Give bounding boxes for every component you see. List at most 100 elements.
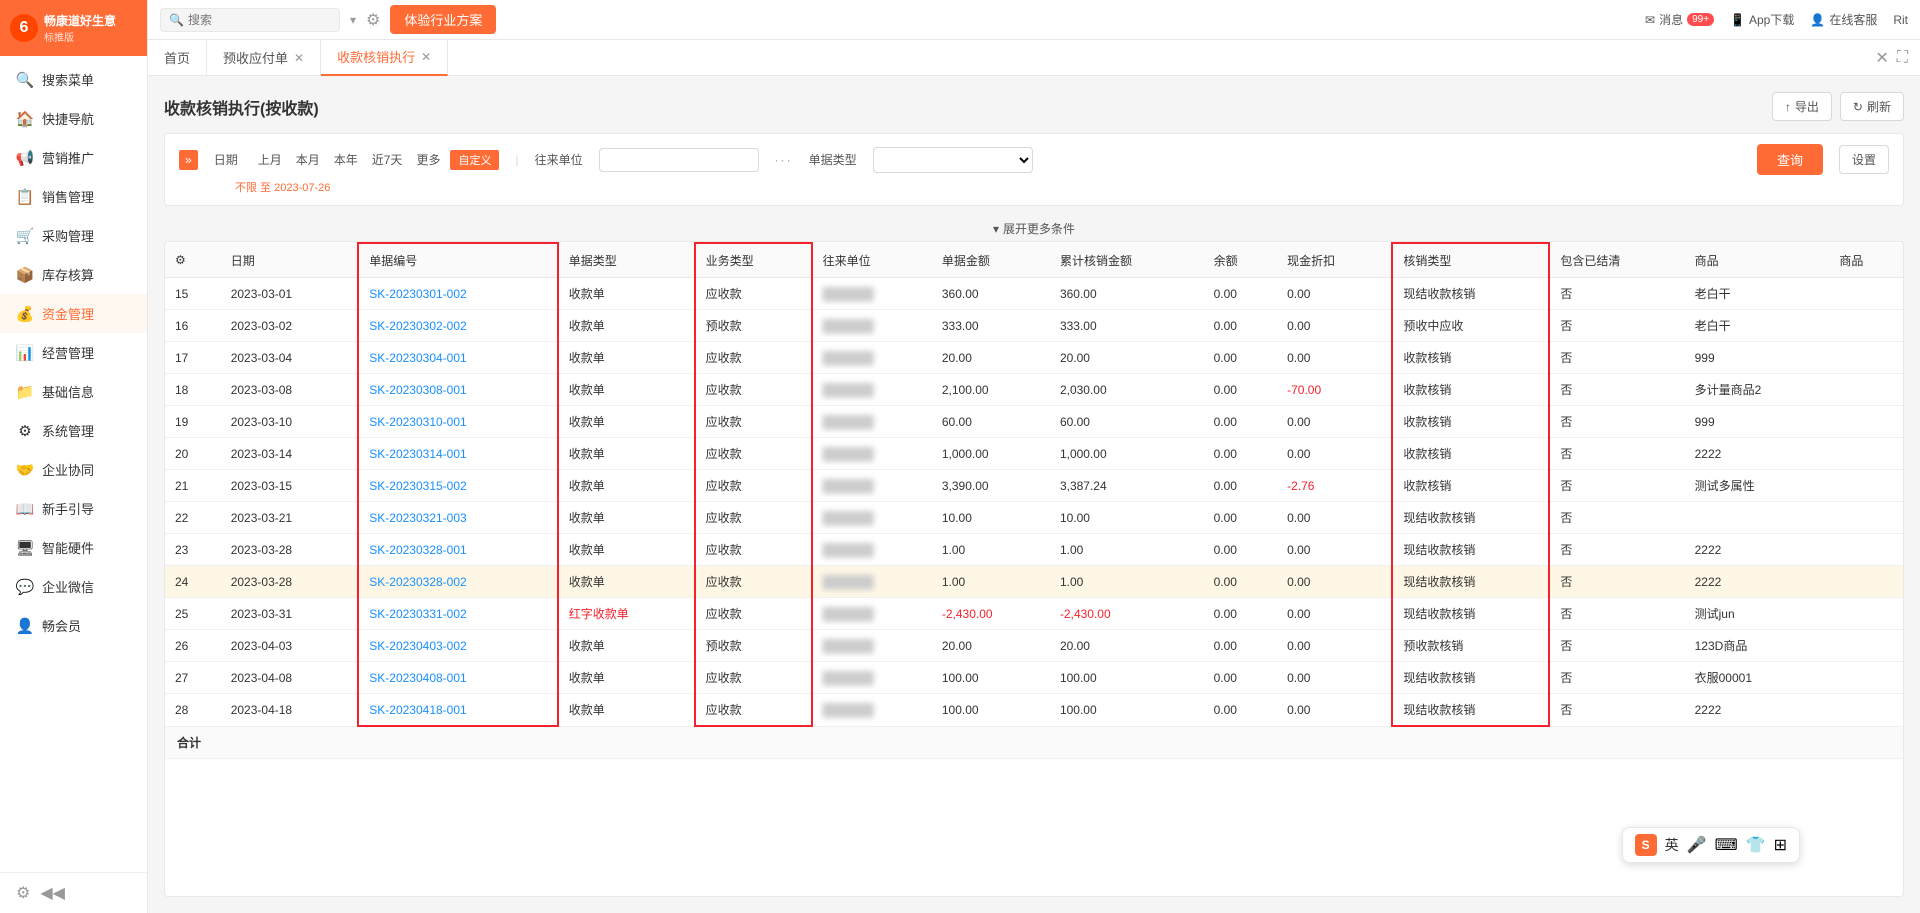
doc-link[interactable]: SK-20230310-001 (369, 415, 466, 429)
column-settings-icon[interactable]: ⚙ (175, 253, 186, 267)
cell-goods1: 老白干 (1685, 278, 1830, 310)
cell-balance: 0.00 (1204, 310, 1278, 342)
sidebar-item-basics[interactable]: 📁 基础信息 (0, 372, 147, 411)
doc-link[interactable]: SK-20230328-002 (369, 575, 466, 589)
cell-docno: SK-20230408-001 (358, 662, 557, 694)
sidebar-item-operations[interactable]: 📊 经营管理 (0, 333, 147, 372)
date-this-month[interactable]: 本月 (292, 149, 324, 170)
export-button[interactable]: ↑ 导出 (1772, 92, 1832, 121)
cell-discount: 0.00 (1277, 310, 1392, 342)
cell-writeoff: 10.00 (1050, 502, 1204, 534)
cell-balance: 0.00 (1204, 278, 1278, 310)
sidebar-item-sales[interactable]: 📋 销售管理 (0, 177, 147, 216)
ime-mic-icon[interactable]: 🎤 (1687, 835, 1707, 855)
cell-discount: 0.00 (1277, 502, 1392, 534)
expand-conditions-button[interactable]: ▾ 展开更多条件 (993, 220, 1075, 237)
query-button[interactable]: 查询 (1757, 144, 1823, 175)
collab-icon: 🤝 (16, 461, 34, 479)
ime-shirt-icon[interactable]: 👕 (1746, 835, 1766, 855)
doc-link[interactable]: SK-20230304-001 (369, 351, 466, 365)
doc-link[interactable]: SK-20230314-001 (369, 447, 466, 461)
tab-writeoff[interactable]: 收款核销执行 ✕ (321, 40, 448, 76)
date-this-year[interactable]: 本年 (330, 149, 362, 170)
cell-doctype: 收款单 (558, 374, 695, 406)
search-input[interactable] (188, 13, 308, 27)
sidebar-item-guide[interactable]: 📖 新手引导 (0, 489, 147, 528)
cell-discount: 0.00 (1277, 662, 1392, 694)
gear-icon[interactable]: ⚙ (366, 10, 380, 30)
doc-link[interactable]: SK-20230301-002 (369, 287, 466, 301)
sidebar-item-vip[interactable]: 👤 畅会员 (0, 606, 147, 645)
doc-link[interactable]: SK-20230321-003 (369, 511, 466, 525)
cell-discount: 0.00 (1277, 438, 1392, 470)
cell-no: 16 (165, 310, 221, 342)
sidebar-item-finance[interactable]: 💰 资金管理 (0, 294, 147, 333)
cell-partner: ██████ (812, 374, 932, 406)
cell-partner: ██████ (812, 566, 932, 598)
ime-keyboard-icon[interactable]: ⌨ (1715, 835, 1738, 855)
collapse-icon[interactable]: ◀◀ (40, 883, 65, 903)
date-custom-btn[interactable]: 自定义 (450, 150, 499, 170)
app-icon: 📱 (1730, 13, 1745, 27)
table-row: 25 2023-03-31 SK-20230331-002 红字收款单 应收款 … (165, 598, 1903, 630)
solution-button[interactable]: 体验行业方案 (390, 5, 496, 34)
tab-close-receivable[interactable]: ✕ (294, 51, 304, 65)
cell-discount: 0.00 (1277, 694, 1392, 727)
doc-link[interactable]: SK-20230418-001 (369, 703, 466, 717)
cell-partner: ██████ (812, 502, 932, 534)
cell-doctype: 收款单 (558, 662, 695, 694)
settings-button[interactable]: 设置 (1839, 145, 1889, 174)
settings-icon[interactable]: ⚙ (16, 883, 30, 903)
sidebar-item-label: 新手引导 (42, 499, 94, 518)
refresh-button[interactable]: ↻ 刷新 (1840, 92, 1904, 121)
sidebar-item-wechat[interactable]: 💬 企业微信 (0, 567, 147, 606)
sidebar-item-collab[interactable]: 🤝 企业协同 (0, 450, 147, 489)
cell-amount: 3,390.00 (932, 470, 1050, 502)
filter-toggle-button[interactable]: » (179, 150, 198, 170)
ime-grid-icon[interactable]: ⊞ (1774, 835, 1787, 855)
doctype-select[interactable] (873, 147, 1033, 173)
sidebar-item-marketing[interactable]: 📢 营销推广 (0, 138, 147, 177)
message-button[interactable]: ✉ 消息 99+ (1645, 11, 1714, 28)
online-service-button[interactable]: 👤 在线客服 (1810, 11, 1877, 28)
app-download-button[interactable]: 📱 App下载 (1730, 11, 1794, 28)
sidebar-item-purchase[interactable]: 🛒 采购管理 (0, 216, 147, 255)
cell-discount: 0.00 (1277, 278, 1392, 310)
cell-biztype: 应收款 (695, 694, 812, 727)
doc-link[interactable]: SK-20230331-002 (369, 607, 466, 621)
date-last-month[interactable]: 上月 (254, 149, 286, 170)
partner-input[interactable] (599, 148, 759, 172)
cell-writeoff: 20.00 (1050, 342, 1204, 374)
cell-amount: 20.00 (932, 630, 1050, 662)
sidebar-item-hardware[interactable]: 🖥 智能硬件 (0, 528, 147, 567)
maximize-icon[interactable]: ⛶ (1897, 49, 1908, 67)
app-logo-icon: 6 (10, 14, 38, 42)
doc-link[interactable]: SK-20230308-001 (369, 383, 466, 397)
sidebar-item-quicknav[interactable]: 🏠 快捷导航 (0, 99, 147, 138)
sidebar-item-system[interactable]: ⚙ 系统管理 (0, 411, 147, 450)
th-gear[interactable]: ⚙ (165, 243, 221, 278)
more-filters-dots[interactable]: ··· (775, 153, 793, 167)
cell-wotype: 收款核销 (1392, 374, 1549, 406)
doc-link[interactable]: SK-20230315-002 (369, 479, 466, 493)
doc-link[interactable]: SK-20230328-001 (369, 543, 466, 557)
dropdown-arrow-icon[interactable]: ▾ (350, 13, 356, 27)
date-more[interactable]: 更多 (412, 149, 444, 170)
close-window-icon[interactable]: ✕ (1875, 48, 1888, 68)
sidebar-item-inventory[interactable]: 📦 库存核算 (0, 255, 147, 294)
cell-discount: -70.00 (1277, 374, 1392, 406)
tab-home[interactable]: 首页 (148, 40, 207, 76)
cell-partner: ██████ (812, 278, 932, 310)
cell-doctype: 收款单 (558, 342, 695, 374)
topbar-search-box[interactable]: 🔍 (160, 8, 340, 32)
doc-link[interactable]: SK-20230403-002 (369, 639, 466, 653)
sidebar-item-search[interactable]: 🔍 搜索菜单 (0, 60, 147, 99)
doc-link[interactable]: SK-20230408-001 (369, 671, 466, 685)
tab-receivable[interactable]: 预收应付单 ✕ (207, 40, 321, 76)
doc-link[interactable]: SK-20230302-002 (369, 319, 466, 333)
cell-no: 22 (165, 502, 221, 534)
tab-bar: 首页 预收应付单 ✕ 收款核销执行 ✕ ✕ ⛶ (148, 40, 1920, 76)
cell-partner: ██████ (812, 662, 932, 694)
date-last-7days[interactable]: 近7天 (368, 149, 407, 170)
tab-close-writeoff[interactable]: ✕ (421, 50, 431, 64)
